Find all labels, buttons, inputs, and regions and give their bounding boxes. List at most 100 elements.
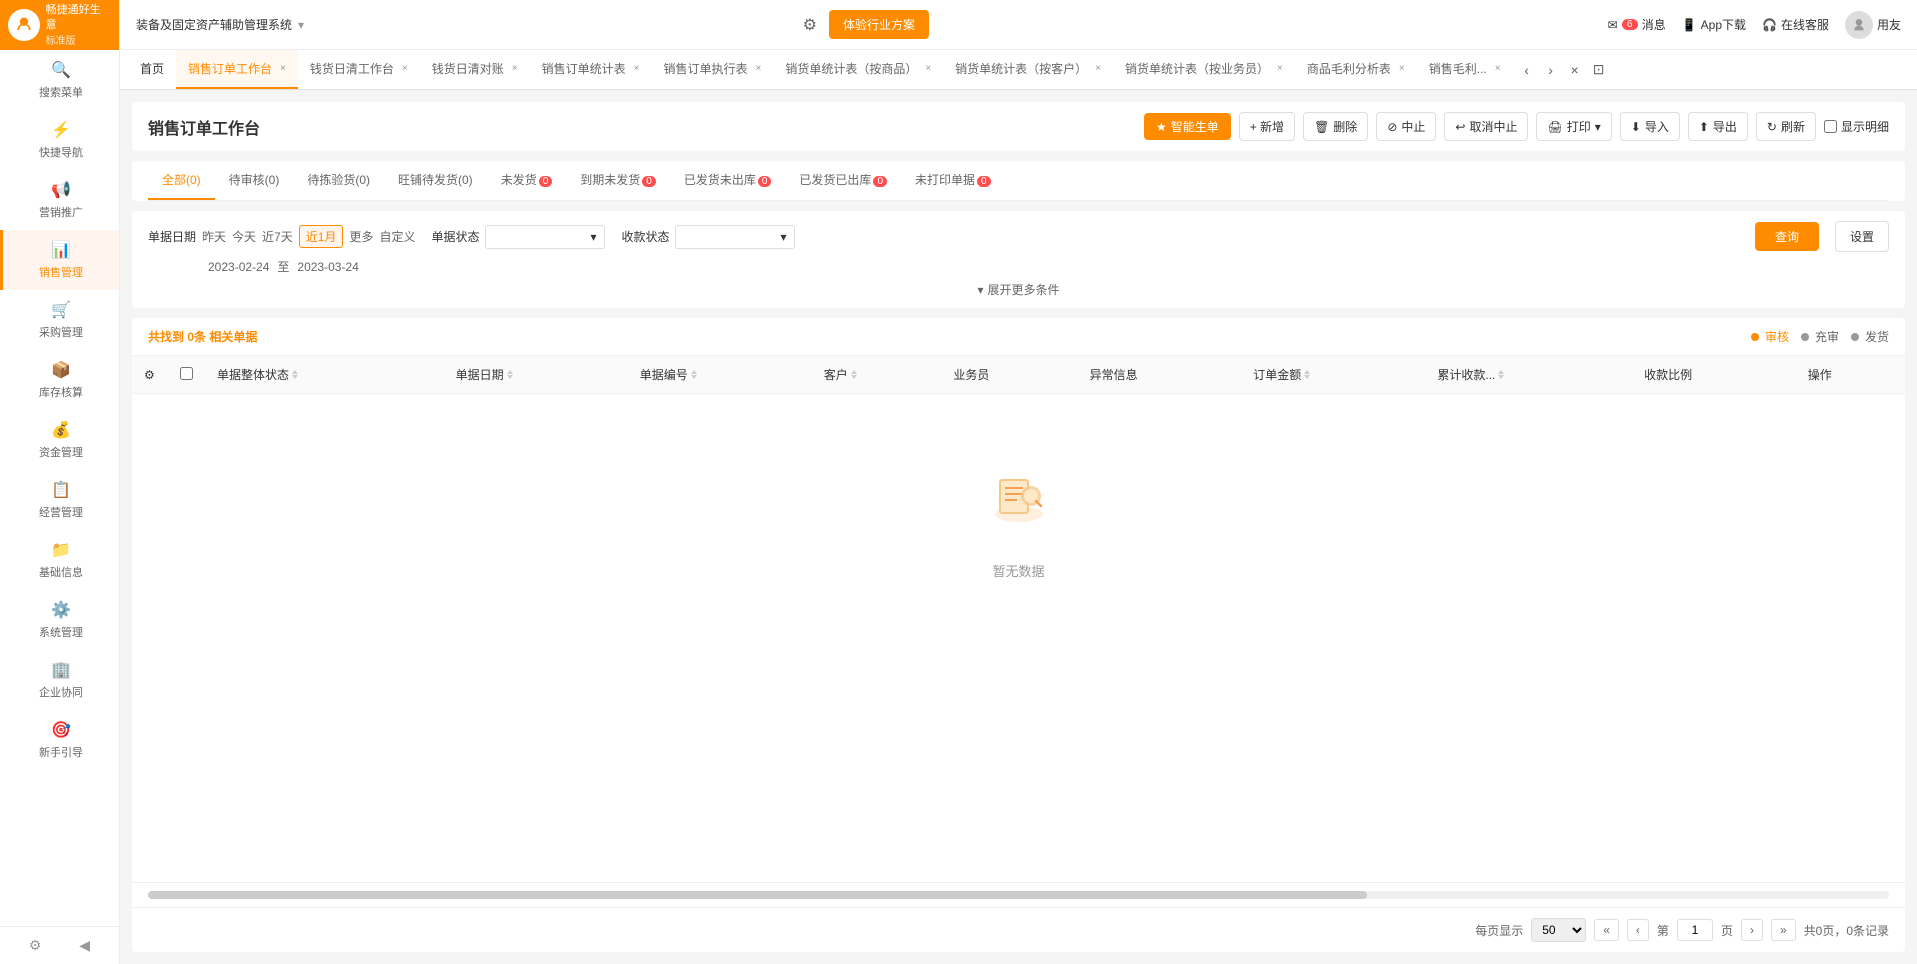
tab-home[interactable]: 首页 xyxy=(128,50,176,89)
status-select[interactable]: ▾ xyxy=(485,225,605,249)
subtab-all[interactable]: 全部(0) xyxy=(148,161,215,200)
tab-prev-button[interactable]: ‹ xyxy=(1517,62,1537,78)
tab-next-button[interactable]: › xyxy=(1541,62,1561,78)
cancel-stop-button[interactable]: ↩ 取消中止 xyxy=(1444,112,1528,141)
scrollbar-thumb[interactable] xyxy=(148,891,1367,899)
tab-sales-order-close[interactable]: × xyxy=(280,63,286,74)
tab-sales-customer-close[interactable]: × xyxy=(1095,63,1101,74)
smart-create-button[interactable]: ★ 智能生单 xyxy=(1144,113,1231,140)
last-page-button[interactable]: » xyxy=(1771,919,1796,941)
app-download-button[interactable]: 📱 App下载 xyxy=(1682,16,1746,33)
th-status-sort[interactable]: 单据整体状态 xyxy=(217,366,432,383)
ship-button[interactable]: 发货 xyxy=(1851,328,1889,345)
th-status[interactable]: 单据整体状态 xyxy=(205,356,444,394)
tab-sales-product-close[interactable]: × xyxy=(925,63,931,74)
th-settings[interactable]: ⚙ xyxy=(132,356,168,394)
tab-sales-staff-close[interactable]: × xyxy=(1277,63,1283,74)
subtab-shipped-out[interactable]: 已发货已出库0 xyxy=(785,161,901,200)
sidebar-item-purchase[interactable]: 🛒 采购管理 xyxy=(0,290,119,350)
tab-sales-more-close[interactable]: × xyxy=(1495,63,1501,74)
sidebar-item-finance[interactable]: 💰 资金管理 xyxy=(0,410,119,470)
date-custom[interactable]: 自定义 xyxy=(379,228,415,245)
sidebar-item-base[interactable]: 📁 基础信息 xyxy=(0,530,119,590)
sidebar-item-inventory[interactable]: 📦 库存核算 xyxy=(0,350,119,410)
tab-sales-product[interactable]: 销货单统计表（按商品） × xyxy=(773,50,943,89)
tab-close-all-button[interactable]: × xyxy=(1565,62,1585,78)
tab-sales-staff[interactable]: 销货单统计表（按业务员） × xyxy=(1113,50,1295,89)
th-amount-sort[interactable]: 订单金额 xyxy=(1253,366,1413,383)
tab-cash-reconcile[interactable]: 钱货日清对账 × xyxy=(420,50,530,89)
tab-sales-more[interactable]: 销售毛利... × xyxy=(1417,50,1513,89)
th-number[interactable]: 单据编号 xyxy=(628,356,812,394)
subtab-not-printed[interactable]: 未打印单据0 xyxy=(901,161,1005,200)
date-7days[interactable]: 近7天 xyxy=(262,228,293,245)
per-page-select[interactable]: 10 20 50 100 xyxy=(1531,918,1586,942)
sidebar-item-enterprise[interactable]: 🏢 企业协同 xyxy=(0,650,119,710)
th-customer[interactable]: 客户 xyxy=(812,356,942,394)
tab-sales-stats[interactable]: 销售订单统计表 × xyxy=(530,50,652,89)
th-number-sort[interactable]: 单据编号 xyxy=(640,366,800,383)
experience-button[interactable]: 体验行业方案 xyxy=(829,10,929,39)
sidebar-item-search[interactable]: 🔍 搜索菜单 xyxy=(0,50,119,110)
select-all-checkbox[interactable] xyxy=(180,367,193,380)
subtab-pending[interactable]: 待审核(0) xyxy=(215,161,294,200)
subtab-overdue[interactable]: 到期未发货0 xyxy=(566,161,670,200)
sidebar-item-system[interactable]: ⚙️ 系统管理 xyxy=(0,590,119,650)
th-collected[interactable]: 累计收款... xyxy=(1425,356,1632,394)
tab-cash-daily-close[interactable]: × xyxy=(402,63,408,74)
th-date-sort[interactable]: 单据日期 xyxy=(456,366,616,383)
tab-product-margin[interactable]: 商品毛利分析表 × xyxy=(1295,50,1417,89)
tab-sales-order[interactable]: 销售订单工作台 × xyxy=(176,50,298,89)
th-customer-sort[interactable]: 客户 xyxy=(824,366,930,383)
date-1month[interactable]: 近1月 xyxy=(299,225,344,248)
th-amount[interactable]: 订单金额 xyxy=(1241,356,1425,394)
tab-cash-daily[interactable]: 钱货日清工作台 × xyxy=(298,50,420,89)
tab-cash-reconcile-close[interactable]: × xyxy=(512,63,518,74)
refresh-button[interactable]: ↻ 刷新 xyxy=(1756,112,1816,141)
th-date[interactable]: 单据日期 xyxy=(444,356,628,394)
export-button[interactable]: ⬆ 导出 xyxy=(1688,112,1748,141)
subtab-wangpu[interactable]: 旺铺待发货(0) xyxy=(384,161,487,200)
date-more[interactable]: 更多 xyxy=(349,228,373,245)
next-page-button[interactable]: › xyxy=(1741,919,1763,941)
stop-button[interactable]: ⊘ 中止 xyxy=(1376,112,1436,141)
subtab-pending-inspect[interactable]: 待拣验货(0) xyxy=(293,161,384,200)
first-page-button[interactable]: « xyxy=(1594,919,1619,941)
sidebar-item-marketing[interactable]: 📢 营销推广 xyxy=(0,170,119,230)
user-button[interactable]: 用友 xyxy=(1845,11,1901,39)
tab-sales-customer[interactable]: 销货单统计表（按客户） × xyxy=(943,50,1113,89)
subtab-shipped-not-out[interactable]: 已发货未出库0 xyxy=(670,161,786,200)
page-input[interactable] xyxy=(1677,919,1713,941)
date-today[interactable]: 今天 xyxy=(232,228,256,245)
prev-page-button[interactable]: ‹ xyxy=(1627,919,1649,941)
setting-button[interactable]: 设置 xyxy=(1835,221,1889,252)
settings-button[interactable]: ⚙ xyxy=(29,937,42,954)
payment-select[interactable]: ▾ xyxy=(675,225,795,249)
tab-sales-exec-close[interactable]: × xyxy=(755,63,761,74)
th-collected-sort[interactable]: 累计收款... xyxy=(1437,366,1620,383)
add-button[interactable]: + 新增 xyxy=(1239,112,1295,141)
sidebar-item-guide[interactable]: 🎯 新手引导 xyxy=(0,710,119,770)
audit-button[interactable]: 审核 xyxy=(1751,328,1789,345)
unaudit-button[interactable]: 充审 xyxy=(1801,328,1839,345)
import-button[interactable]: ⬇ 导入 xyxy=(1620,112,1680,141)
online-service-button[interactable]: 🎧 在线客服 xyxy=(1762,16,1829,33)
show-detail-input[interactable] xyxy=(1824,120,1837,133)
sidebar-item-operations[interactable]: 📋 经营管理 xyxy=(0,470,119,530)
message-button[interactable]: ✉ 6 消息 xyxy=(1608,16,1666,33)
expand-button[interactable]: ▾ 展开更多条件 xyxy=(977,281,1059,298)
print-button[interactable]: 🖨 打印 ▾ xyxy=(1536,112,1611,141)
query-button[interactable]: 查询 xyxy=(1755,222,1819,251)
subtab-not-shipped[interactable]: 未发货0 xyxy=(487,161,567,200)
sidebar-item-quick[interactable]: ⚡ 快捷导航 xyxy=(0,110,119,170)
topbar-gear-icon[interactable]: ⚙ xyxy=(803,15,817,35)
date-yesterday[interactable]: 昨天 xyxy=(202,228,226,245)
delete-button[interactable]: 🗑 删除 xyxy=(1303,112,1368,141)
collapse-button[interactable]: ◀ xyxy=(79,937,90,954)
show-detail-checkbox[interactable]: 显示明细 xyxy=(1824,118,1889,135)
tab-expand-button[interactable]: ⊡ xyxy=(1589,61,1609,78)
sidebar-item-sales[interactable]: 📊 销售管理 xyxy=(0,230,119,290)
tab-product-margin-close[interactable]: × xyxy=(1399,63,1405,74)
tab-sales-exec[interactable]: 销售订单执行表 × xyxy=(651,50,773,89)
tab-sales-stats-close[interactable]: × xyxy=(634,63,640,74)
